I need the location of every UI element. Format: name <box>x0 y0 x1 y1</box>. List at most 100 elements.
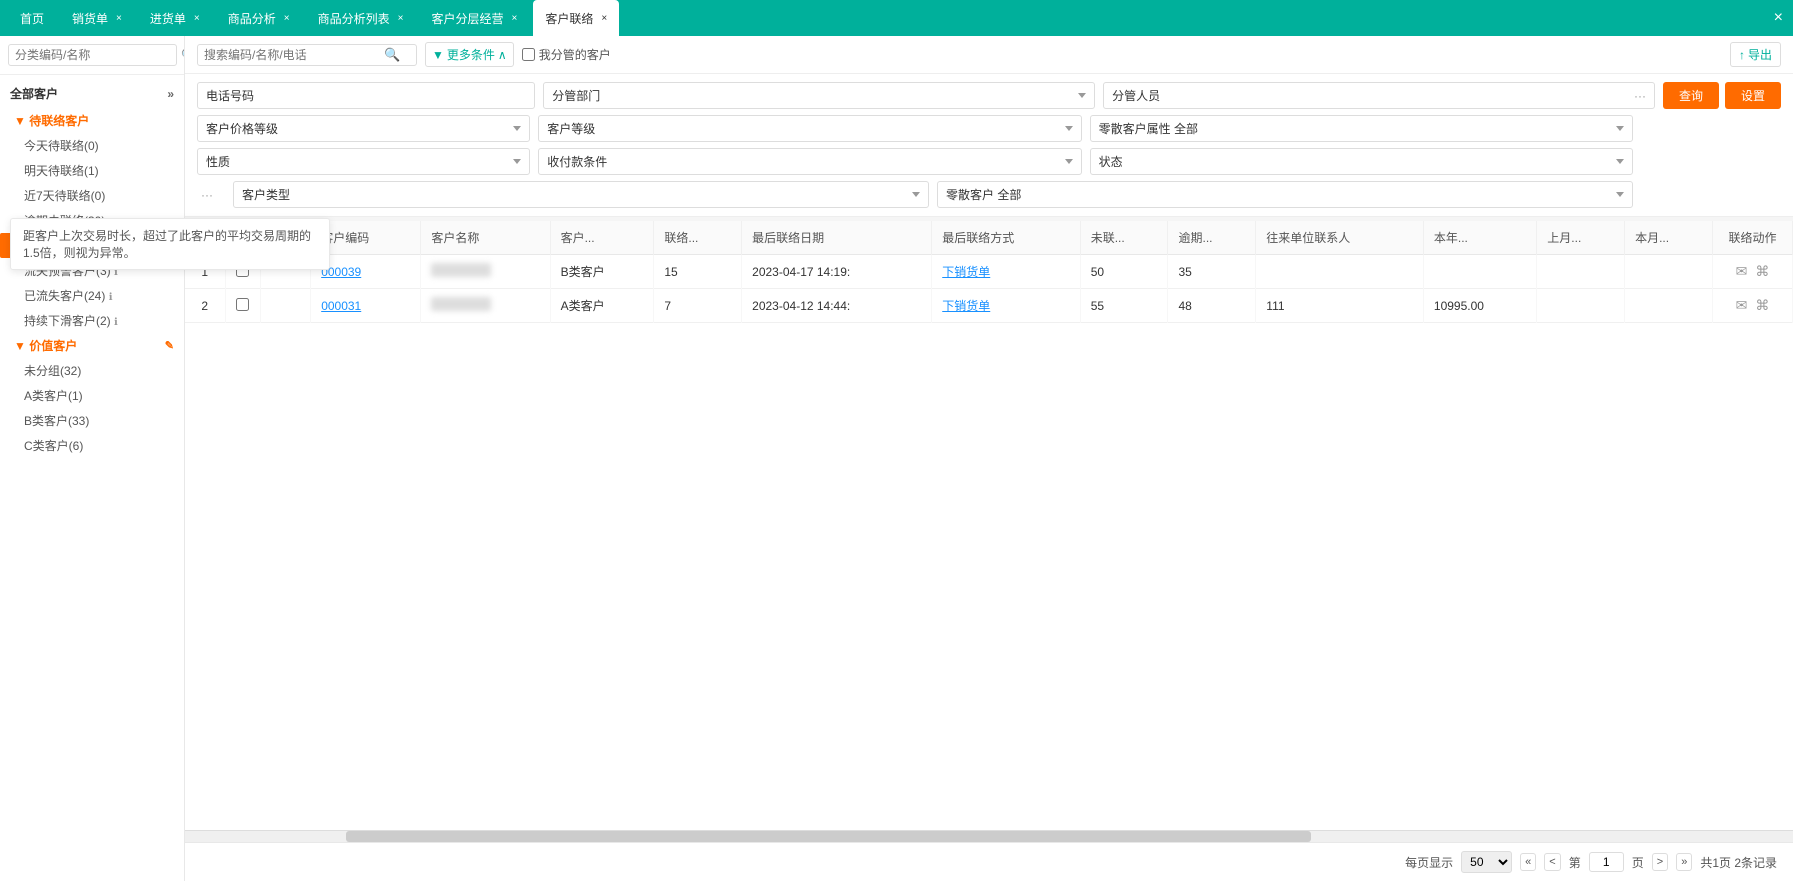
retail-field[interactable]: 零散客户 全部 <box>937 181 1633 208</box>
col-this-year[interactable]: 本年... <box>1423 221 1536 255</box>
tab-goods-analysis[interactable]: 商品分析 × <box>216 0 302 36</box>
phone-field[interactable]: 电话号码 <box>197 82 535 109</box>
query-button[interactable]: 查询 <box>1663 82 1719 109</box>
sidebar: 🔍 全部客户 » ▼ 待联络客户 今天待联络(0) 明天待联络(1) 近7天待联… <box>0 36 185 881</box>
filter-buttons: 查询 设置 <box>1663 82 1781 109</box>
total-records: 共1页 2条记录 <box>1700 854 1777 871</box>
row2-company-contact: 111 <box>1256 289 1424 323</box>
sidebar-group-pending[interactable]: ▼ 待联络客户 <box>0 108 184 133</box>
sidebar-search-area: 🔍 <box>0 36 184 75</box>
col-last-contact-date[interactable]: 最后联络日期 <box>742 221 932 255</box>
sidebar-item-declining[interactable]: 持续下滑客户(2) ℹ <box>0 308 184 333</box>
customer-type-field[interactable]: 客户类型 <box>233 181 929 208</box>
page-suffix: 页 <box>1632 854 1644 871</box>
tab-purchase[interactable]: 进货单 × <box>138 0 212 36</box>
tab-home[interactable]: 首页 <box>8 0 56 36</box>
tooltip-box: 距客户上次交易时长，超过了此客户的平均交易周期的1.5倍，则视为异常。 <box>185 218 330 270</box>
sidebar-group-value-customers[interactable]: ▼ 价值客户 ✎ <box>0 333 184 358</box>
close-goods-list-icon[interactable]: × <box>398 13 404 24</box>
col-last-month[interactable]: 上月... <box>1537 221 1625 255</box>
main-search-icon[interactable]: 🔍 <box>384 47 400 63</box>
customer-level-field[interactable]: 客户等级 <box>538 115 1081 142</box>
table-row: 1 000039 B类客户 15 2023-04-17 14:19: 下销货单 … <box>185 255 1793 289</box>
prev-page-btn[interactable]: < <box>1544 853 1560 871</box>
page-label: 第 <box>1569 854 1581 871</box>
col-overdue[interactable]: 逾期... <box>1168 221 1256 255</box>
sidebar-item-tomorrow[interactable]: 明天待联络(1) <box>0 158 184 183</box>
row2-grid-icon[interactable]: ⌘ <box>1755 297 1769 314</box>
row1-contact: 15 <box>654 255 742 289</box>
collapse-icon[interactable]: » <box>167 87 174 101</box>
col-this-month[interactable]: 本月... <box>1625 221 1713 255</box>
row1-name <box>421 255 550 289</box>
close-customer-contact-icon[interactable]: × <box>601 13 607 24</box>
row2-checkbox[interactable] <box>236 298 249 311</box>
retail-attr-arrow <box>1616 126 1624 131</box>
sidebar-all-customers[interactable]: 全部客户 » <box>0 79 184 108</box>
retail-attr-field[interactable]: 零散客户属性 全部 <box>1090 115 1633 142</box>
person-dots[interactable]: ··· <box>1634 89 1646 103</box>
sidebar-search-input[interactable] <box>8 44 177 66</box>
sidebar-item-class-a[interactable]: A类客户(1) <box>0 383 184 408</box>
row2-overdue: 48 <box>1168 289 1256 323</box>
col-customer-category[interactable]: 客户... <box>550 221 654 255</box>
sidebar-item-ungrouped[interactable]: 未分组(32) <box>0 358 184 383</box>
row2-code[interactable]: 000031 <box>311 289 421 323</box>
tab-customer-tier[interactable]: 客户分层经营 × <box>419 0 529 36</box>
filter-row-2: 客户价格等级 客户等级 零散客户属性 全部 <box>197 115 1781 142</box>
page-number-input[interactable] <box>1589 852 1624 872</box>
row1-actions: ✉ ⌘ <box>1713 255 1793 289</box>
row1-chat-icon[interactable]: ✉ <box>1736 263 1748 280</box>
pagination-bar: 每页显示 20 50 100 « < 第 页 > » 共1页 2条记录 <box>185 842 1793 881</box>
tab-goods-list[interactable]: 商品分析列表 × <box>306 0 416 36</box>
close-goods-analysis-icon[interactable]: × <box>284 13 290 24</box>
search-wrap: 🔍 <box>197 44 417 66</box>
more-conditions-btn[interactable]: ▼ 更多条件 ∧ <box>425 42 514 67</box>
row2-chat-icon[interactable]: ✉ <box>1736 297 1748 314</box>
col-customer-name[interactable]: 客户名称 <box>421 221 550 255</box>
row1-category: B类客户 <box>550 255 654 289</box>
horizontal-scrollbar[interactable] <box>185 830 1793 842</box>
col-company-contact[interactable]: 往来单位联系人 <box>1256 221 1424 255</box>
close-all-tabs[interactable]: × <box>1774 9 1783 27</box>
tab-sales[interactable]: 销货单 × <box>60 0 134 36</box>
first-page-btn[interactable]: « <box>1520 853 1536 871</box>
per-page-select[interactable]: 20 50 100 <box>1461 851 1512 873</box>
row1-last-date: 2023-04-17 14:19: <box>742 255 932 289</box>
sidebar-item-class-b[interactable]: B类客户(33) <box>0 408 184 433</box>
row4-dots[interactable]: ··· <box>197 188 217 202</box>
sidebar-item-7days[interactable]: 近7天待联络(0) <box>0 183 184 208</box>
col-contact-count[interactable]: 联络... <box>654 221 742 255</box>
row2-check <box>225 289 260 323</box>
close-purchase-icon[interactable]: × <box>194 13 200 24</box>
row1-grid-icon[interactable]: ⌘ <box>1755 263 1769 280</box>
row2-last-method: 下销货单 <box>932 289 1080 323</box>
export-btn[interactable]: ↑ 导出 <box>1730 42 1781 67</box>
person-field[interactable]: 分管人员 ··· <box>1103 82 1655 109</box>
filter-row-4: ··· 客户类型 零散客户 全部 <box>197 181 1781 208</box>
sidebar-item-class-c[interactable]: C类客户(6) <box>0 433 184 458</box>
my-customers-checkbox[interactable] <box>522 48 535 61</box>
export-icon: ↑ <box>1739 48 1745 62</box>
next-page-btn[interactable]: > <box>1652 853 1668 871</box>
status-field[interactable]: 状态 <box>1090 148 1633 175</box>
dept-field[interactable]: 分管部门 <box>543 82 1095 109</box>
col-last-contact-method[interactable]: 最后联络方式 <box>932 221 1080 255</box>
col-no-contact[interactable]: 未联... <box>1080 221 1168 255</box>
sidebar-item-churned[interactable]: 已流失客户(24) ℹ <box>0 283 184 308</box>
payment-arrow <box>1065 159 1073 164</box>
last-page-btn[interactable]: » <box>1676 853 1692 871</box>
close-customer-tier-icon[interactable]: × <box>511 13 517 24</box>
edit-icon[interactable]: ✎ <box>165 339 174 352</box>
sidebar-item-today[interactable]: 今天待联络(0) <box>0 133 184 158</box>
status-arrow <box>1616 159 1624 164</box>
gender-field[interactable]: 性质 <box>197 148 530 175</box>
row2-category: A类客户 <box>550 289 654 323</box>
main-search-input[interactable] <box>204 48 384 62</box>
price-level-field[interactable]: 客户价格等级 <box>197 115 530 142</box>
tab-customer-contact[interactable]: 客户联络 × <box>533 0 619 36</box>
payment-field[interactable]: 收付款条件 <box>538 148 1081 175</box>
close-sales-icon[interactable]: × <box>116 13 122 24</box>
settings-button[interactable]: 设置 <box>1725 82 1781 109</box>
customer-type-arrow <box>912 192 920 197</box>
